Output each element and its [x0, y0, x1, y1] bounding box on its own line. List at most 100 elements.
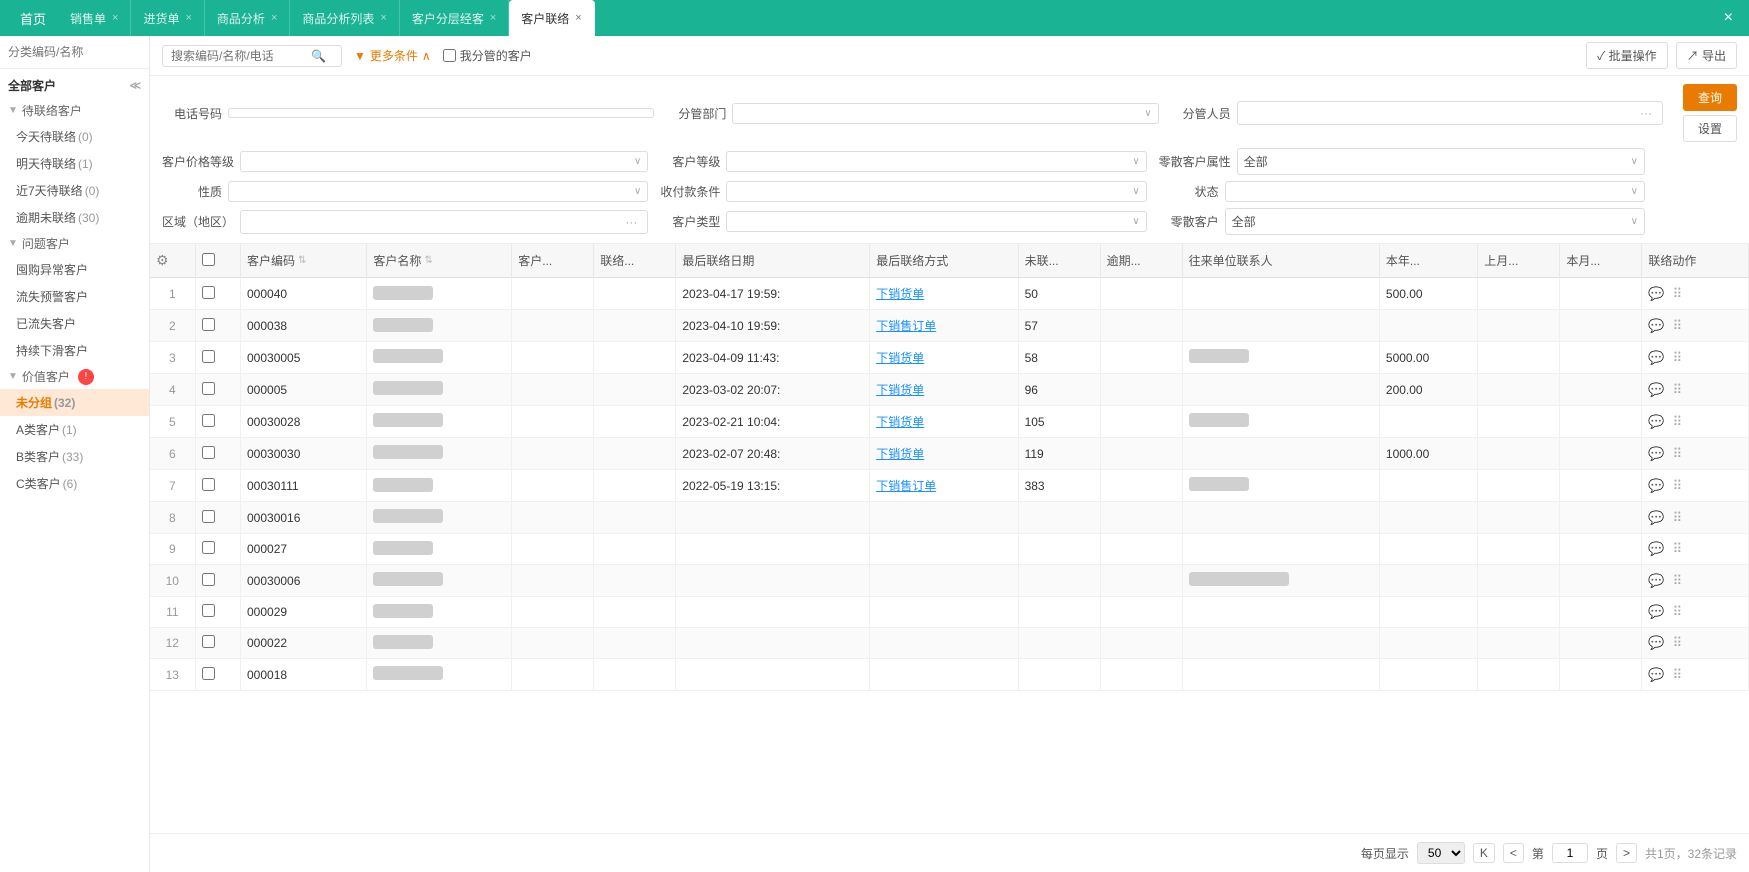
more-icon-0[interactable]: ⠿ — [1673, 286, 1683, 302]
payment-select[interactable]: ∨ — [726, 181, 1146, 202]
row-checkbox-12[interactable] — [202, 667, 215, 680]
cell-last-contact-method[interactable]: 下销售订单 — [870, 310, 1018, 342]
page-size-select[interactable]: 50 — [1417, 842, 1465, 864]
cell-last-contact-method[interactable]: 下销货单 — [870, 406, 1018, 438]
more-icon-8[interactable]: ⠿ — [1673, 541, 1683, 557]
sidebar-item-class-b[interactable]: B类客户 (33) — [0, 443, 149, 470]
cell-checkbox[interactable] — [195, 565, 240, 597]
region-dots[interactable]: ··· — [621, 215, 641, 229]
contact-icon-0[interactable]: 💬 — [1648, 286, 1664, 302]
tab-customer-segment[interactable]: 客户分层经客 × — [400, 0, 509, 36]
main-search-icon[interactable]: 🔍 — [311, 49, 326, 63]
row-checkbox-9[interactable] — [202, 573, 215, 586]
category-search-input[interactable] — [8, 45, 150, 59]
more-icon-7[interactable]: ⠿ — [1673, 510, 1683, 526]
row-checkbox-11[interactable] — [202, 635, 215, 648]
more-icon-10[interactable]: ⠿ — [1673, 604, 1683, 620]
contact-icon-4[interactable]: 💬 — [1648, 414, 1664, 430]
scattered-attr-select[interactable]: 全部 ∨ — [1237, 148, 1645, 175]
sidebar-search-area[interactable]: 🔍 — [0, 36, 149, 69]
cell-last-contact-method[interactable]: 下销货单 — [870, 278, 1018, 310]
row-checkbox-10[interactable] — [202, 604, 215, 617]
contact-icon-8[interactable]: 💬 — [1648, 541, 1664, 557]
tab-purchase[interactable]: 进货单 × — [131, 0, 204, 36]
close-sales-tab[interactable]: × — [112, 12, 118, 24]
cell-checkbox[interactable] — [195, 597, 240, 628]
more-conditions-btn[interactable]: ▼ 更多条件 ∧ — [354, 47, 431, 64]
sidebar-item-class-a[interactable]: A类客户 (1) — [0, 416, 149, 443]
more-icon-12[interactable]: ⠿ — [1673, 667, 1683, 683]
row-checkbox-6[interactable] — [202, 478, 215, 491]
home-tab[interactable]: 首页 — [8, 9, 58, 28]
my-customers-checkbox[interactable] — [443, 49, 456, 62]
contact-icon-2[interactable]: 💬 — [1648, 350, 1664, 366]
sidebar-item-declining[interactable]: 持续下滑客户 — [0, 337, 149, 364]
row-checkbox-3[interactable] — [202, 382, 215, 395]
page-number-input[interactable] — [1552, 843, 1588, 863]
all-customers-header[interactable]: 全部客户 ≪ — [0, 69, 149, 98]
cell-checkbox[interactable] — [195, 406, 240, 438]
phone-input[interactable] — [228, 108, 654, 118]
dept-select[interactable]: ∨ — [732, 103, 1158, 124]
query-btn[interactable]: 查询 — [1683, 84, 1737, 111]
close-customer-segment-tab[interactable]: × — [490, 12, 496, 24]
region-select[interactable]: ··· — [240, 210, 648, 234]
sidebar-item-ungrouped[interactable]: 未分组 (32) — [0, 389, 149, 416]
row-checkbox-2[interactable] — [202, 350, 215, 363]
cell-last-contact-method[interactable] — [870, 597, 1018, 628]
cell-last-contact-method[interactable]: 下销货单 — [870, 342, 1018, 374]
cell-checkbox[interactable] — [195, 534, 240, 565]
global-close-btn[interactable]: × — [1716, 9, 1741, 27]
filter-search-box[interactable]: 🔍 — [162, 45, 342, 67]
manager-dots[interactable]: ··· — [1636, 106, 1656, 120]
export-btn[interactable]: ↗ 导出 — [1676, 42, 1737, 69]
sidebar-group-pending[interactable]: ▼ 待联络客户 — [0, 98, 149, 123]
tab-sales[interactable]: 销售单 × — [58, 0, 131, 36]
cell-checkbox[interactable] — [195, 470, 240, 502]
row-checkbox-5[interactable] — [202, 446, 215, 459]
tab-analysis[interactable]: 商品分析 × — [205, 0, 290, 36]
row-checkbox-0[interactable] — [202, 286, 215, 299]
close-purchase-tab[interactable]: × — [185, 12, 191, 24]
close-analysis-tab[interactable]: × — [271, 12, 277, 24]
scattered-select[interactable]: 全部 ∨ — [1225, 208, 1645, 235]
row-checkbox-7[interactable] — [202, 510, 215, 523]
next-page-btn[interactable]: > — [1616, 843, 1637, 863]
row-checkbox-8[interactable] — [202, 541, 215, 554]
tab-customer-contact[interactable]: 客户联络 × — [509, 0, 594, 36]
more-icon-1[interactable]: ⠿ — [1673, 318, 1683, 334]
cell-last-contact-method[interactable] — [870, 628, 1018, 659]
sidebar-item-class-c[interactable]: C类客户 (6) — [0, 470, 149, 497]
reset-btn[interactable]: 设置 — [1683, 115, 1737, 142]
col-gear[interactable]: ⚙ — [150, 244, 195, 278]
contact-icon-9[interactable]: 💬 — [1648, 573, 1664, 589]
col-checkbox-header[interactable] — [195, 244, 240, 278]
more-icon-3[interactable]: ⠿ — [1673, 382, 1683, 398]
main-search-input[interactable] — [171, 49, 311, 63]
sidebar-item-today[interactable]: 今天待联络 (0) — [0, 123, 149, 150]
sidebar-item-lost[interactable]: 已流失客户 — [0, 310, 149, 337]
cell-last-contact-method[interactable]: 下销货单 — [870, 438, 1018, 470]
settings-gear-icon[interactable]: ⚙ — [156, 252, 169, 268]
more-icon-11[interactable]: ⠿ — [1673, 635, 1683, 651]
cell-checkbox[interactable] — [195, 628, 240, 659]
sidebar-item-churn-warning[interactable]: 流失预警客户 — [0, 283, 149, 310]
cell-last-contact-method[interactable]: 下销售订单 — [870, 470, 1018, 502]
sidebar-item-abnormal[interactable]: 囤购异常客户 — [0, 256, 149, 283]
prev-page-btn[interactable]: < — [1503, 843, 1524, 863]
cell-last-contact-method[interactable] — [870, 534, 1018, 565]
more-icon-2[interactable]: ⠿ — [1673, 350, 1683, 366]
batch-op-btn[interactable]: ✓ 批量操作 — [1586, 42, 1668, 69]
contact-icon-12[interactable]: 💬 — [1648, 667, 1664, 683]
customer-type-select[interactable]: ∨ — [726, 211, 1146, 232]
cell-checkbox[interactable] — [195, 278, 240, 310]
cell-last-contact-method[interactable] — [870, 659, 1018, 691]
customer-level-select[interactable]: ∨ — [726, 151, 1146, 172]
more-icon-9[interactable]: ⠿ — [1673, 573, 1683, 589]
more-icon-4[interactable]: ⠿ — [1673, 414, 1683, 430]
row-checkbox-4[interactable] — [202, 414, 215, 427]
cell-checkbox[interactable] — [195, 374, 240, 406]
contact-icon-10[interactable]: 💬 — [1648, 604, 1664, 620]
status-select[interactable]: ∨ — [1225, 181, 1645, 202]
contact-icon-3[interactable]: 💬 — [1648, 382, 1664, 398]
